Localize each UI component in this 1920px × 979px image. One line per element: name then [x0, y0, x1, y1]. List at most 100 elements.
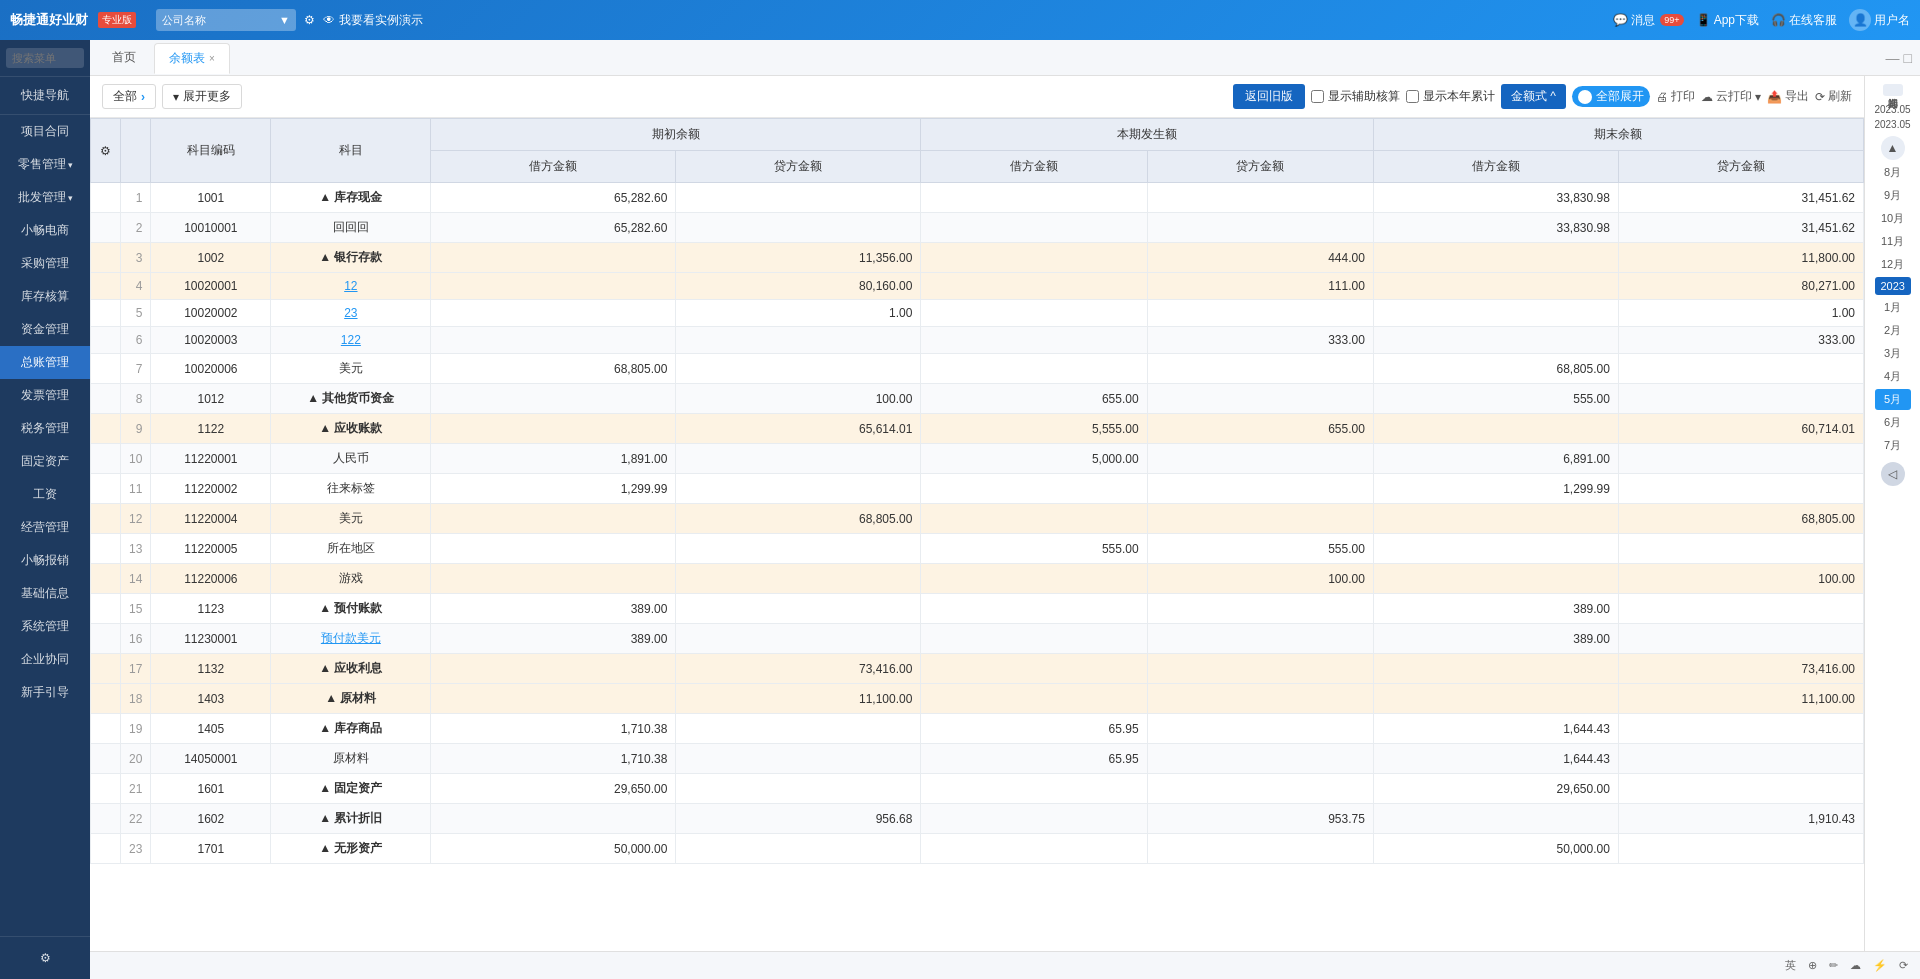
td-code: 10020002: [151, 300, 271, 327]
format-btn[interactable]: 金额式 ^: [1501, 84, 1566, 109]
expand-all-label: 全部展开: [1596, 88, 1644, 105]
demo-link[interactable]: 👁 我要看实例演示: [323, 12, 423, 29]
td-name: 回回回: [271, 213, 431, 243]
cloud-icon: ☁: [1701, 90, 1713, 104]
td-value: [1147, 213, 1373, 243]
status-edit-btn[interactable]: ✏: [1829, 959, 1838, 972]
period-month-mar[interactable]: 3月: [1875, 343, 1911, 364]
th-settings[interactable]: ⚙: [91, 119, 121, 183]
th-opening-debit: 借方金额: [431, 151, 676, 183]
td-name[interactable]: 12: [271, 273, 431, 300]
period-collapse-btn[interactable]: ◁: [1881, 462, 1905, 486]
period-month-dec[interactable]: 12月: [1875, 254, 1911, 275]
sidebar-item-guide[interactable]: 新手引导: [0, 676, 90, 709]
sidebar-item-fixed-assets[interactable]: 固定资产: [0, 445, 90, 478]
td-name[interactable]: 122: [271, 327, 431, 354]
td-value: [676, 744, 921, 774]
tab-close-btn[interactable]: ×: [209, 53, 215, 64]
period-month-feb[interactable]: 2月: [1875, 320, 1911, 341]
search-input[interactable]: [6, 48, 84, 68]
tab-balance[interactable]: 余额表 ×: [154, 43, 230, 74]
period-label: 期间选择: [1883, 84, 1903, 96]
td-value: [1373, 564, 1618, 594]
period-month-sep[interactable]: 9月: [1875, 185, 1911, 206]
period-month-apr[interactable]: 4月: [1875, 366, 1911, 387]
sidebar-item-payroll[interactable]: 工资: [0, 478, 90, 511]
cloud-print-btn[interactable]: ☁ 云打印 ▾: [1701, 88, 1761, 105]
show-aux-check-label[interactable]: 显示辅助核算: [1311, 88, 1400, 105]
period-month-oct[interactable]: 10月: [1875, 208, 1911, 229]
sidebar-item-ecommerce[interactable]: 小畅电商: [0, 214, 90, 247]
sidebar-item-project[interactable]: 项目合同: [0, 115, 90, 148]
sidebar-item-expense[interactable]: 小畅报销: [0, 544, 90, 577]
sidebar-item-invoice[interactable]: 发票管理: [0, 379, 90, 412]
sidebar-item-capital[interactable]: 资金管理: [0, 313, 90, 346]
period-month-jan[interactable]: 1月: [1875, 297, 1911, 318]
sidebar-item-label: 经营管理: [21, 519, 69, 536]
sidebar-item-basic-info[interactable]: 基础信息: [0, 577, 90, 610]
td-value: [676, 354, 921, 384]
td-value: 33,830.98: [1373, 213, 1618, 243]
period-month-aug[interactable]: 8月: [1875, 162, 1911, 183]
sidebar-item-retail[interactable]: 零售管理 ▾: [0, 148, 90, 181]
sidebar-item-system[interactable]: 系统管理: [0, 610, 90, 643]
sidebar-settings-btn[interactable]: ⚙: [0, 945, 90, 971]
td-name[interactable]: 23: [271, 300, 431, 327]
sidebar-item-label: 零售管理: [18, 156, 66, 173]
expand-more-btn[interactable]: ▾ 展开更多: [162, 84, 242, 109]
status-refresh-btn[interactable]: ⟳: [1899, 959, 1908, 972]
window-minimize-btn[interactable]: —: [1886, 50, 1900, 66]
period-month-nov[interactable]: 11月: [1875, 231, 1911, 252]
td-rownum: 12: [121, 504, 151, 534]
td-value: [676, 444, 921, 474]
sidebar-item-inventory[interactable]: 库存核算: [0, 280, 90, 313]
td-value: 1,710.38: [431, 714, 676, 744]
td-rownum: 1: [121, 183, 151, 213]
period-year-2023[interactable]: 2023: [1875, 277, 1911, 295]
td-code: 10020003: [151, 327, 271, 354]
all-filter-btn[interactable]: 全部 ›: [102, 84, 156, 109]
sidebar-item-label: 系统管理: [21, 618, 69, 635]
export-btn[interactable]: 📤 导出: [1767, 88, 1809, 105]
back-period-btn[interactable]: 返回旧版: [1233, 84, 1305, 109]
print-btn[interactable]: 🖨 打印: [1656, 88, 1695, 105]
refresh-btn[interactable]: ⟳ 刷新: [1815, 88, 1852, 105]
td-value: 50,000.00: [431, 834, 676, 864]
show-ytd-check-label[interactable]: 显示本年累计: [1406, 88, 1495, 105]
gear-icon[interactable]: ⚙: [304, 13, 315, 27]
period-up-btn[interactable]: ▲: [1881, 136, 1905, 160]
expand-all-toggle[interactable]: 全部展开: [1572, 86, 1650, 107]
status-lang-btn[interactable]: 英: [1785, 958, 1796, 973]
td-value: [676, 564, 921, 594]
period-month-jun[interactable]: 6月: [1875, 412, 1911, 433]
td-value: 389.00: [431, 594, 676, 624]
show-aux-check[interactable]: [1311, 90, 1324, 103]
window-maximize-btn[interactable]: □: [1904, 50, 1912, 66]
td-code: 1122: [151, 414, 271, 444]
td-value: [1373, 414, 1618, 444]
message-btn[interactable]: 💬 消息 99+: [1613, 12, 1683, 29]
sidebar-item-quick-nav[interactable]: 快捷导航: [0, 81, 90, 110]
period-month-may[interactable]: 5月: [1875, 389, 1911, 410]
status-cloud-btn[interactable]: ☁: [1850, 959, 1861, 972]
sidebar-item-purchase[interactable]: 采购管理: [0, 247, 90, 280]
status-add-btn[interactable]: ⊕: [1808, 959, 1817, 972]
th-opening-credit: 贷方金额: [676, 151, 921, 183]
tab-home[interactable]: 首页: [98, 43, 150, 72]
company-selector[interactable]: 公司名称 ▼: [156, 9, 296, 31]
sidebar-item-wholesale[interactable]: 批发管理 ▾: [0, 181, 90, 214]
sidebar-item-ledger[interactable]: 总账管理: [0, 346, 90, 379]
show-ytd-check[interactable]: [1406, 90, 1419, 103]
period-month-jul[interactable]: 7月: [1875, 435, 1911, 456]
sidebar-item-operations[interactable]: 经营管理: [0, 511, 90, 544]
sidebar-item-tax[interactable]: 税务管理: [0, 412, 90, 445]
sidebar-item-collab[interactable]: 企业协同: [0, 643, 90, 676]
online-service-btn[interactable]: 🎧 在线客服: [1771, 12, 1837, 29]
td-name[interactable]: 预付款美元: [271, 624, 431, 654]
td-rownum: 5: [121, 300, 151, 327]
td-settings: [91, 594, 121, 624]
td-value: [1618, 624, 1863, 654]
status-lightning-btn[interactable]: ⚡: [1873, 959, 1887, 972]
app-download-btn[interactable]: 📱 App下载: [1696, 12, 1759, 29]
user-btn[interactable]: 👤 用户名: [1849, 9, 1910, 31]
